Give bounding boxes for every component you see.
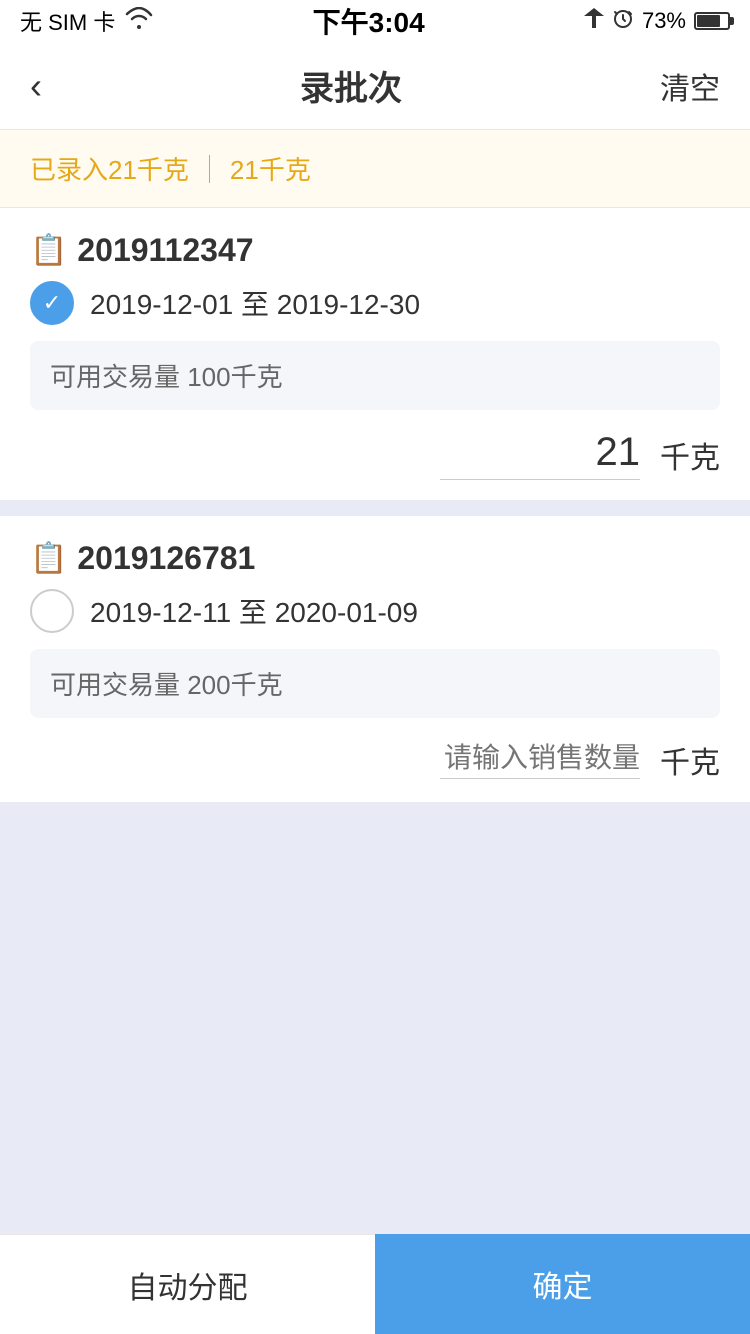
- status-bar: 无 SIM 卡 下午3:04 73%: [0, 0, 750, 42]
- batch-2-input-wrapper[interactable]: [360, 742, 640, 779]
- empty-area: [0, 802, 750, 1302]
- batch-2-row[interactable]: 2019-12-11 至 2020-01-09: [30, 589, 720, 633]
- batch-2-id: 2019126781: [77, 540, 255, 577]
- batch-1-icon: 📋: [30, 233, 67, 268]
- batch-2-header: 📋 2019126781: [30, 540, 720, 577]
- battery-icon: [694, 12, 730, 30]
- batch-2-input-row[interactable]: 千克: [0, 718, 750, 802]
- battery-percent: 73%: [642, 8, 686, 34]
- batch-2-quantity-input[interactable]: [360, 742, 640, 774]
- batch-2-quantity: 可用交易量 200千克: [30, 649, 720, 718]
- recorded-label: 已录入21千克: [30, 150, 189, 187]
- batch-1-amount-row: 21 千克: [0, 410, 750, 500]
- no-sim-label: 无 SIM 卡: [20, 5, 115, 37]
- batch-1-id: 2019112347: [77, 232, 253, 269]
- alarm-icon: [612, 7, 634, 35]
- check-icon: ✓: [43, 290, 61, 316]
- recorded-value: 21千克: [230, 150, 311, 187]
- batch-1-amount-wrapper: 21: [440, 430, 640, 480]
- status-right: 73%: [584, 7, 730, 35]
- batch-2-input-underline: [440, 778, 640, 779]
- location-icon: [584, 8, 604, 34]
- info-banner: 已录入21千克 21千克: [0, 130, 750, 208]
- batch-2-radio[interactable]: [30, 589, 74, 633]
- batch-item-1[interactable]: 📋 2019112347 ✓ 2019-12-01 至 2019-12-30 可…: [0, 208, 750, 500]
- batch-2-unit: 千克: [660, 738, 720, 782]
- batch-item-2[interactable]: 📋 2019126781 2019-12-11 至 2020-01-09 可用交…: [0, 516, 750, 802]
- batch-1-unit: 千克: [660, 433, 720, 477]
- clear-button[interactable]: 清空: [660, 64, 720, 108]
- auto-distribute-button[interactable]: 自动分配: [0, 1234, 375, 1334]
- batch-2-date: 2019-12-11 至 2020-01-09: [90, 591, 418, 631]
- batch-1-date: 2019-12-01 至 2019-12-30: [90, 283, 420, 323]
- batch-2-qty-text: 可用交易量 200千克: [50, 670, 283, 700]
- batch-1-header: 📋 2019112347: [30, 232, 720, 269]
- section-separator-1: [0, 500, 750, 516]
- batch-1-radio[interactable]: ✓: [30, 281, 74, 325]
- batch-1-qty-text: 可用交易量 100千克: [50, 362, 283, 392]
- status-left: 无 SIM 卡: [20, 5, 153, 37]
- back-button[interactable]: ‹: [30, 65, 42, 107]
- confirm-button[interactable]: 确定: [375, 1234, 750, 1334]
- page-title: 录批次: [300, 61, 402, 110]
- wifi-icon: [125, 7, 153, 35]
- batch-1-amount: 21: [596, 430, 641, 475]
- nav-bar: ‹ 录批次 清空: [0, 42, 750, 130]
- info-divider: [209, 155, 210, 183]
- status-time: 下午3:04: [313, 1, 425, 41]
- batch-1-amount-line: [440, 479, 640, 480]
- batch-1-quantity: 可用交易量 100千克: [30, 341, 720, 410]
- batch-2-icon: 📋: [30, 541, 67, 576]
- bottom-bar: 自动分配 确定: [0, 1234, 750, 1334]
- batch-1-row[interactable]: ✓ 2019-12-01 至 2019-12-30: [30, 281, 720, 325]
